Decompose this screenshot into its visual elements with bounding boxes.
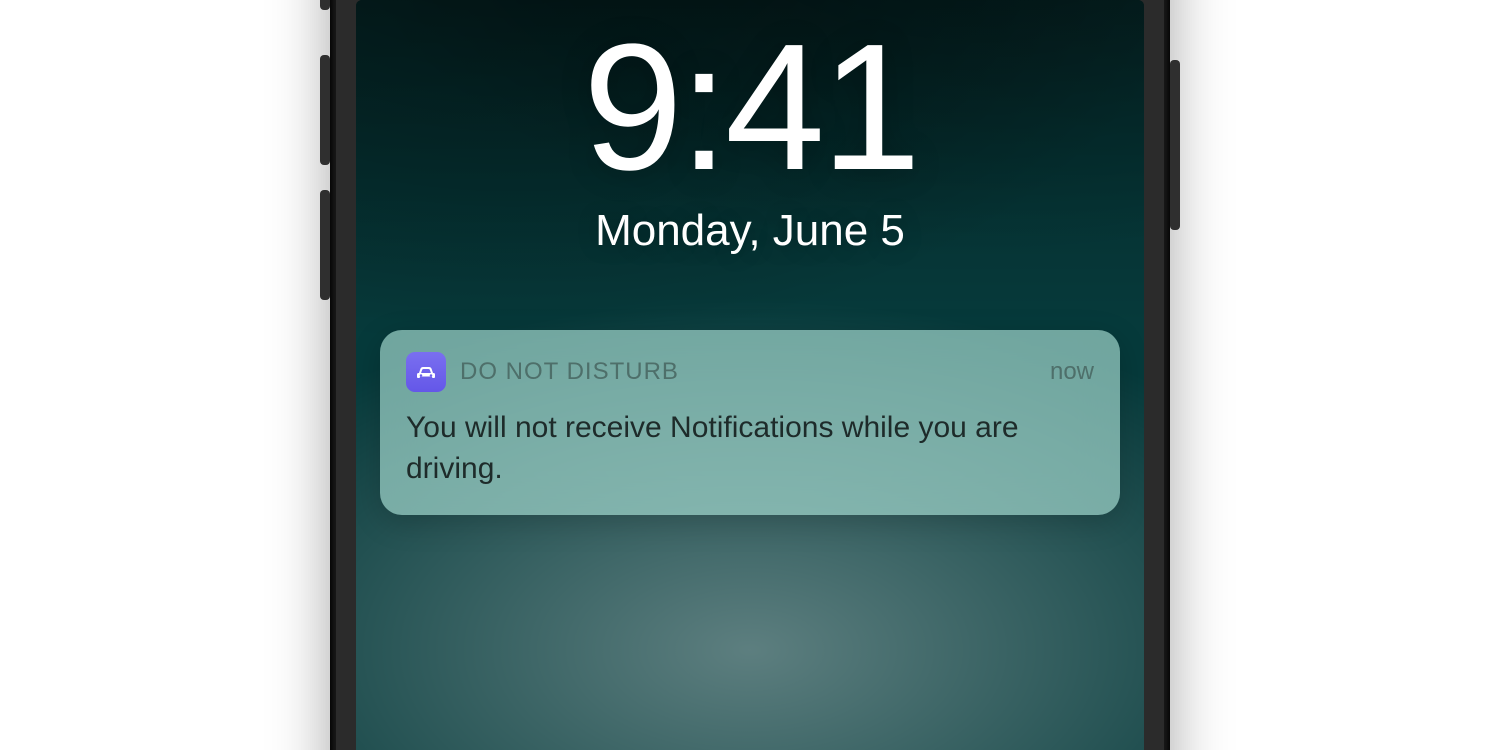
notification-card[interactable]: DO NOT DISTURB now You will not receive …: [380, 330, 1120, 515]
lockscreen-date: Monday, June 5: [356, 206, 1144, 256]
power-button[interactable]: [1170, 60, 1180, 230]
lockscreen-clock: 9:41: [356, 18, 1144, 198]
volume-down-button[interactable]: [320, 190, 330, 300]
phone-screen: 9:41 Monday, June 5 DO NOT DISTURB now Y…: [356, 0, 1144, 750]
image-stage: 9:41 Monday, June 5 DO NOT DISTURB now Y…: [0, 0, 1500, 750]
lockscreen: 9:41 Monday, June 5 DO NOT DISTURB now Y…: [356, 0, 1144, 750]
notification-message: You will not receive Notifications while…: [406, 408, 1094, 489]
car-icon: [406, 352, 446, 392]
notification-timestamp: now: [1050, 358, 1094, 386]
volume-up-button[interactable]: [320, 55, 330, 165]
mute-switch[interactable]: [320, 0, 330, 10]
notification-header: DO NOT DISTURB now: [406, 352, 1094, 392]
iphone-device-frame: 9:41 Monday, June 5 DO NOT DISTURB now Y…: [330, 0, 1170, 750]
notification-app-name: DO NOT DISTURB: [460, 358, 679, 386]
